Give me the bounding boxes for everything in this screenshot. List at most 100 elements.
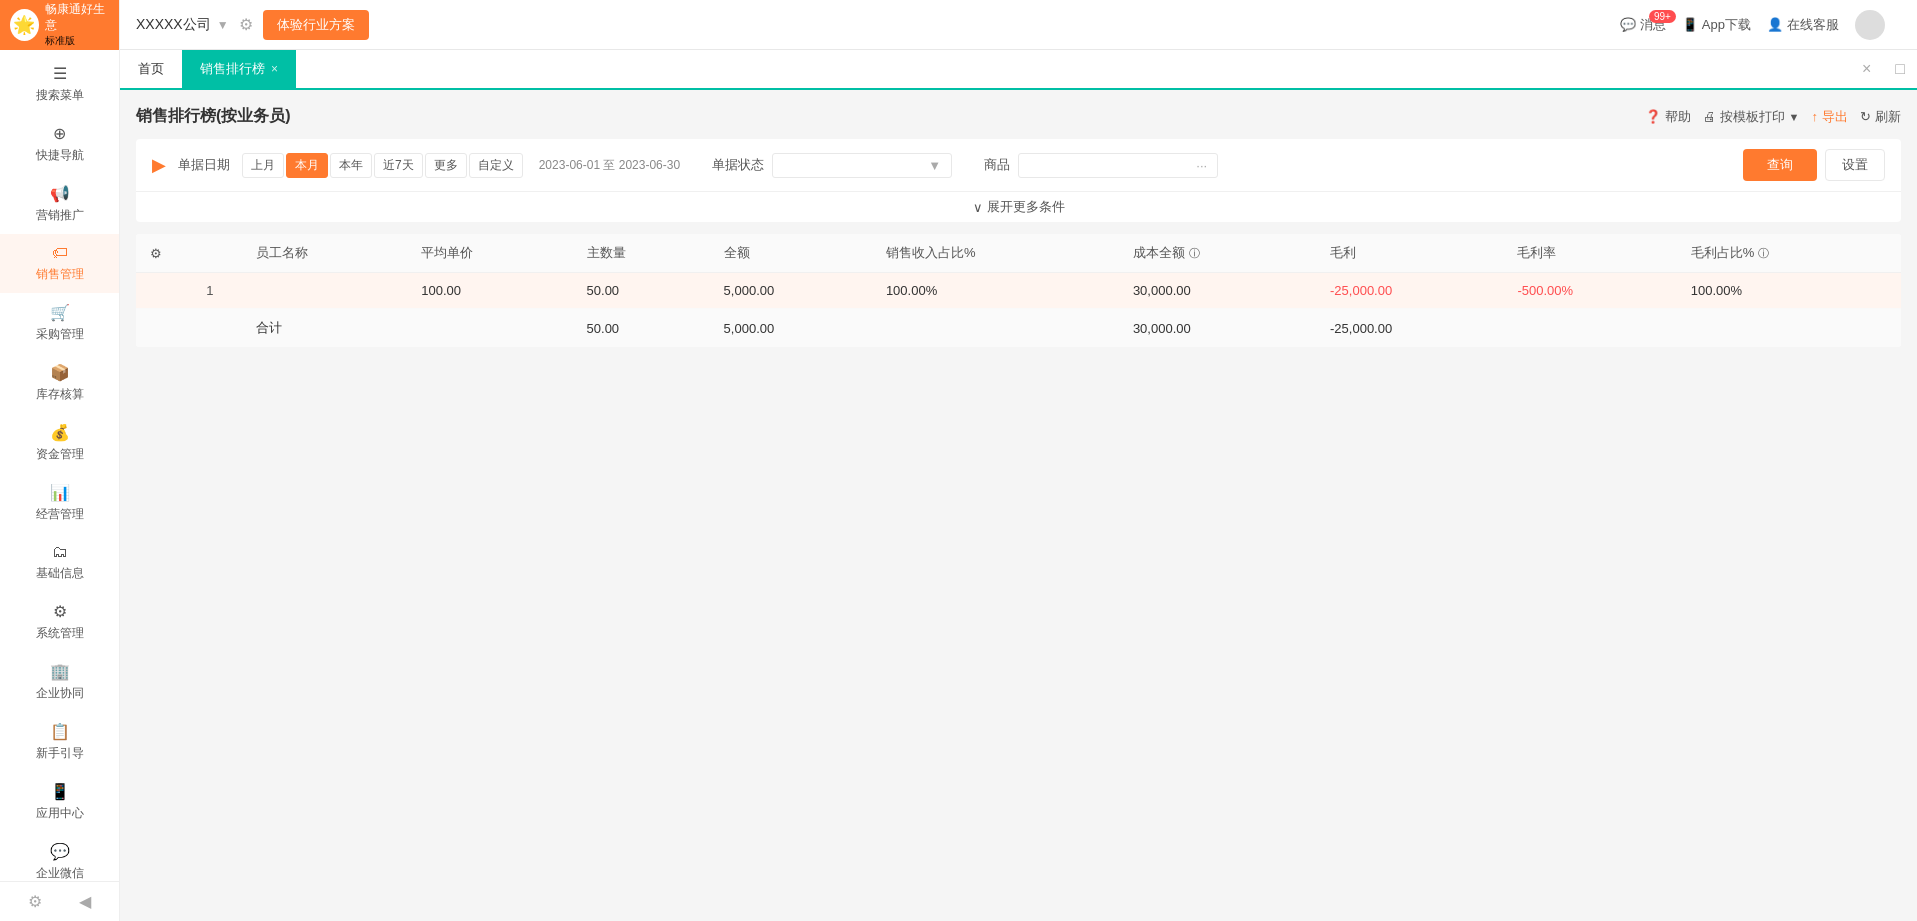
sidebar-item-operations[interactable]: 📊经营管理 <box>0 473 119 533</box>
sidebar-item-purchase[interactable]: 🛒采购管理 <box>0 293 119 353</box>
topbar: XXXXX公司 ▼ ⚙ 体验行业方案 💬 消息 99+ 📱 App下载 👤 在线… <box>120 0 1917 50</box>
cost-info-icon[interactable]: ⓘ <box>1189 247 1200 259</box>
sidebar-item-sales[interactable]: 🏷销售管理 <box>0 234 119 293</box>
message-badge: 99+ <box>1649 10 1676 23</box>
sidebar-label-apps: 应用中心 <box>36 805 84 822</box>
sidebar-label-system: 系统管理 <box>36 625 84 642</box>
col-name: 员工名称 <box>244 234 409 273</box>
sidebar-item-shortcut[interactable]: ⊕快捷导航 <box>0 114 119 174</box>
tab-close-icon[interactable]: × <box>271 62 278 76</box>
tabbar-right: × □ <box>1850 52 1917 86</box>
page-title: 销售排行榜(按业务员) <box>136 106 291 127</box>
col-main-qty: 主数量 <box>575 234 712 273</box>
sidebar-item-search[interactable]: ☰搜索菜单 <box>0 54 119 114</box>
col-cost: 成本全额 ⓘ <box>1121 234 1318 273</box>
sidebar: 🌟 畅康通好生意 标准版 ☰搜索菜单⊕快捷导航📢营销推广🏷销售管理🛒采购管理 📦 库… <box>0 0 120 921</box>
date-btn-7days[interactable]: 近7天 <box>374 153 423 178</box>
sidebar-item-guide[interactable]: 📋 新手引导 <box>0 712 119 772</box>
table-body: 1 100.00 50.00 5,000.00 100.00% 30,000.0… <box>136 273 1901 309</box>
goods-label: 商品 <box>984 156 1010 174</box>
export-button[interactable]: ↑ 导出 <box>1812 108 1849 126</box>
sidebar-item-system[interactable]: ⚙系统管理 <box>0 592 119 652</box>
search-icon: ☰ <box>53 64 67 83</box>
table-container: ⚙ 员工名称 平均单价 主数量 全额 销售收入占比% 成本全额 ⓘ 毛利 毛利率… <box>136 234 1901 347</box>
refresh-button[interactable]: ↻ 刷新 <box>1860 108 1901 126</box>
topbar-right: 💬 消息 99+ 📱 App下载 👤 在线客服 <box>1620 10 1901 40</box>
name-cell <box>244 273 409 309</box>
goods-select[interactable]: ··· <box>1018 153 1218 178</box>
date-range: 2023-06-01 至 2023-06-30 <box>539 157 680 174</box>
date-buttons: 上月 本月 本年 近7天 更多 自定义 <box>242 153 523 178</box>
sidebar-item-wechat[interactable]: 💬企业微信 <box>0 832 119 881</box>
table-header-row: ⚙ 员工名称 平均单价 主数量 全额 销售收入占比% 成本全额 ⓘ 毛利 毛利率… <box>136 234 1901 273</box>
sidebar-label-guide: 新手引导 <box>36 745 84 762</box>
sidebar-item-enterprise[interactable]: 🏢 企业协同 <box>0 652 119 712</box>
app-icon: 📱 <box>1682 17 1698 32</box>
sales-icon: 🏷 <box>52 244 68 262</box>
online-service-button[interactable]: 👤 在线客服 <box>1767 16 1839 34</box>
filter-toggle-icon[interactable]: ▶ <box>152 154 166 176</box>
message-button[interactable]: 💬 消息 99+ <box>1620 16 1666 34</box>
collapse-sidebar-icon[interactable]: ◀ <box>79 892 91 911</box>
print-icon: 🖨 <box>1703 109 1716 124</box>
refresh-icon: ↻ <box>1860 109 1871 124</box>
export-icon: ↑ <box>1812 109 1819 124</box>
tab-home[interactable]: 首页 <box>120 50 182 90</box>
table-footer: 合计 50.00 5,000.00 30,000.00 -25,000.00 <box>136 309 1901 348</box>
footer-total: 5,000.00 <box>712 309 874 348</box>
sidebar-footer: ⚙ ◀ <box>0 881 119 921</box>
company-selector[interactable]: XXXXX公司 ▼ <box>136 16 229 34</box>
sidebar-label-enterprise: 企业协同 <box>36 685 84 702</box>
user-avatar[interactable] <box>1855 10 1885 40</box>
expand-bar[interactable]: ∨ 展开更多条件 <box>136 191 1901 222</box>
page-header: 销售排行榜(按业务员) ❓ 帮助 🖨 按模板打印 ▼ ↑ 导出 ↻ 刷新 <box>136 106 1901 127</box>
date-btn-more[interactable]: 更多 <box>425 153 467 178</box>
company-arrow-icon: ▼ <box>217 18 229 32</box>
profit-cell: -25,000.00 <box>1318 273 1505 309</box>
profit-pct-info-icon[interactable]: ⓘ <box>1758 247 1769 259</box>
col-rank <box>176 234 244 273</box>
query-button[interactable]: 查询 <box>1743 149 1817 181</box>
sidebar-label-shortcut: 快捷导航 <box>36 147 84 164</box>
sidebar-logo: 🌟 畅康通好生意 标准版 <box>0 0 119 50</box>
date-btn-this-month[interactable]: 本月 <box>286 153 328 178</box>
app-download-button[interactable]: 📱 App下载 <box>1682 16 1751 34</box>
date-btn-this-year[interactable]: 本年 <box>330 153 372 178</box>
tab-sales-ranking[interactable]: 销售排行榜 × <box>182 50 296 90</box>
settings-button[interactable]: 设置 <box>1825 149 1885 181</box>
col-settings[interactable]: ⚙ <box>136 234 176 273</box>
footer-main-qty: 50.00 <box>575 309 712 348</box>
enterprise-icon: 🏢 <box>50 662 70 681</box>
tabbar: 首页 销售排行榜 × × □ <box>120 50 1917 90</box>
date-btn-custom[interactable]: 自定义 <box>469 153 523 178</box>
message-icon: 💬 <box>1620 17 1636 32</box>
tab-close-window-icon[interactable]: × <box>1850 52 1883 86</box>
date-label: 单据日期 <box>178 156 230 174</box>
print-button[interactable]: 🖨 按模板打印 ▼ <box>1703 108 1800 126</box>
help-button[interactable]: ❓ 帮助 <box>1645 108 1691 126</box>
sidebar-label-finance: 资金管理 <box>36 446 84 463</box>
sidebar-item-inventory[interactable]: 📦 库存核算 <box>0 353 119 413</box>
trial-button[interactable]: 体验行业方案 <box>263 10 369 40</box>
tab-maximize-icon[interactable]: □ <box>1883 52 1917 86</box>
logo-icon: 🌟 <box>10 9 39 41</box>
sidebar-item-finance[interactable]: 💰资金管理 <box>0 413 119 473</box>
sidebar-item-apps[interactable]: 📱应用中心 <box>0 772 119 832</box>
sidebar-item-basic[interactable]: 🗂基础信息 <box>0 533 119 592</box>
sidebar-item-marketing[interactable]: 📢营销推广 <box>0 174 119 234</box>
goods-dots-icon[interactable]: ··· <box>1196 158 1207 173</box>
col-total: 全额 <box>712 234 874 273</box>
table-row: 1 100.00 50.00 5,000.00 100.00% 30,000.0… <box>136 273 1901 309</box>
topbar-settings-icon[interactable]: ⚙ <box>239 15 253 34</box>
status-select[interactable]: ▼ <box>772 153 952 178</box>
sidebar-label-inventory: 库存核算 <box>36 386 84 403</box>
page-actions: ❓ 帮助 🖨 按模板打印 ▼ ↑ 导出 ↻ 刷新 <box>1645 108 1901 126</box>
sidebar-menu: ☰搜索菜单⊕快捷导航📢营销推广🏷销售管理🛒采购管理 📦 库存核算 💰资金管理📊经营管理… <box>0 50 119 881</box>
settings-footer-icon[interactable]: ⚙ <box>28 892 42 911</box>
guide-icon: 📋 <box>50 722 70 741</box>
inventory-icon: 📦 <box>50 363 70 382</box>
filter-right-actions: 查询 设置 <box>1743 149 1885 181</box>
marketing-icon: 📢 <box>50 184 70 203</box>
date-btn-last-month[interactable]: 上月 <box>242 153 284 178</box>
col-sales-pct: 销售收入占比% <box>874 234 1121 273</box>
